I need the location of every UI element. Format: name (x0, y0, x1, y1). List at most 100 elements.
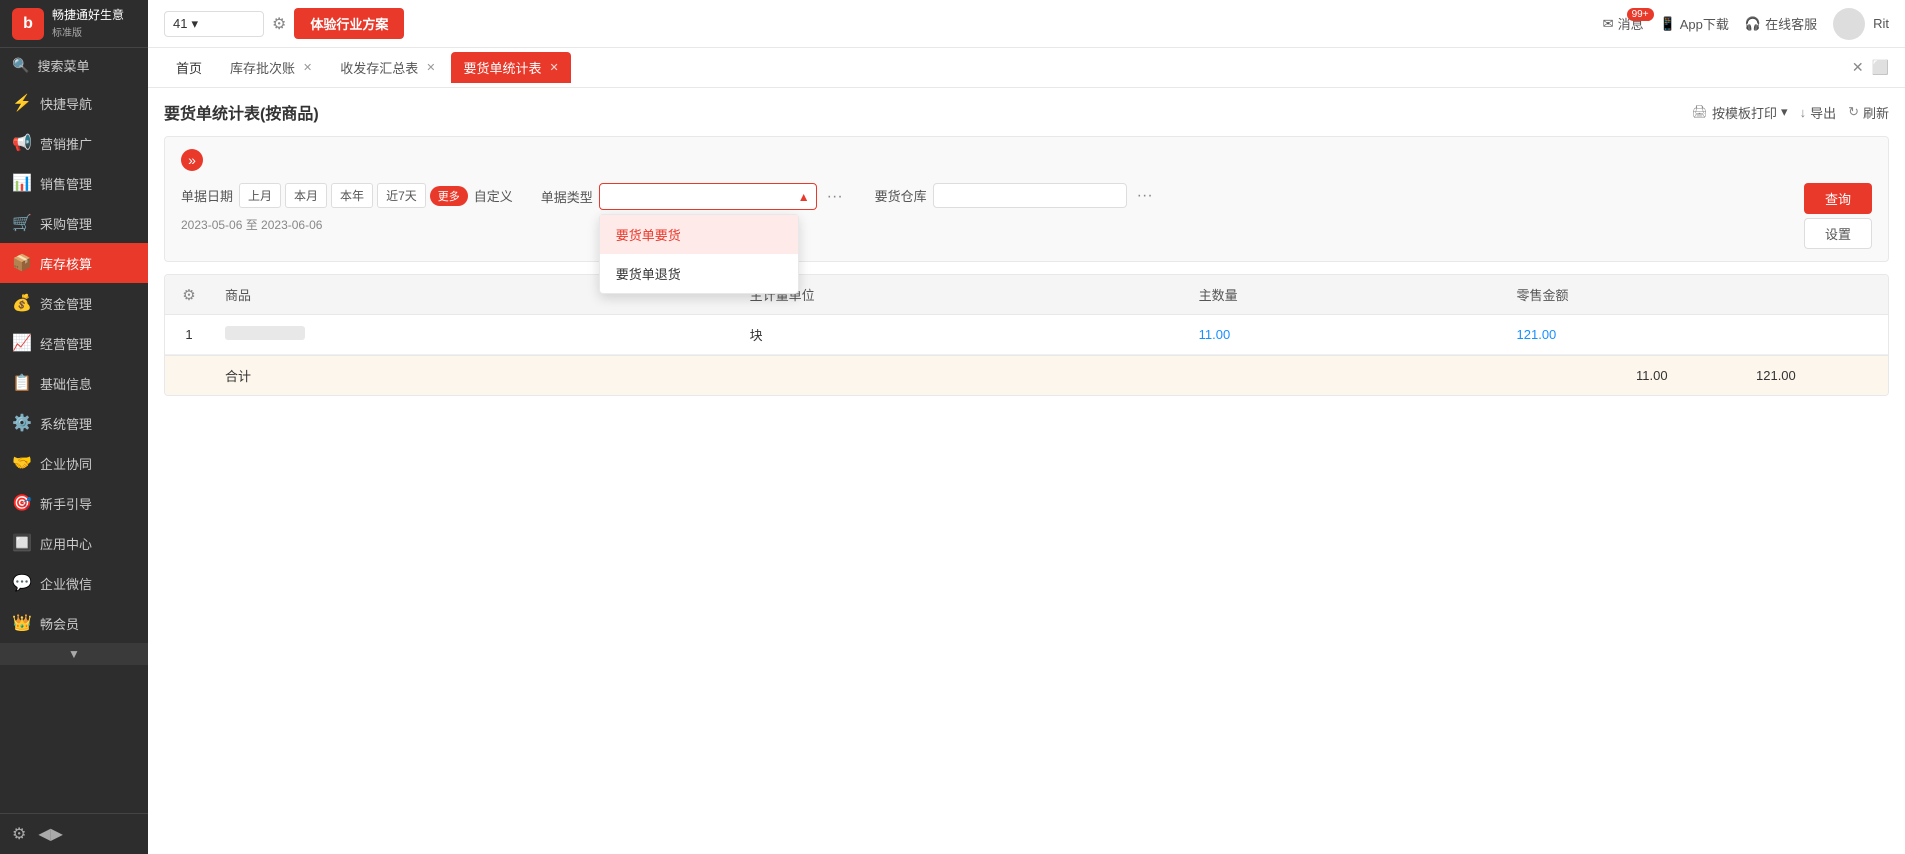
cell-unit: 块 (738, 315, 1187, 355)
topbar-gear-icon[interactable]: ⚙ (272, 14, 286, 34)
warehouse-filter-group: 要货仓库 ··· (875, 183, 1157, 208)
collapse-icon[interactable]: ◀▶ (38, 824, 63, 844)
marketing-icon: 📢 (12, 133, 32, 153)
sidebar-item-basic[interactable]: 📋 基础信息 (0, 363, 148, 403)
export-label: 导出 (1810, 103, 1836, 122)
print-button[interactable]: 🖨 按模板打印 ▾ (1692, 103, 1788, 122)
sidebar-item-marketing[interactable]: 📢 营销推广 (0, 123, 148, 163)
trial-button[interactable]: 体验行业方案 (294, 8, 404, 39)
export-icon: ↓ (1800, 105, 1807, 120)
user-menu[interactable]: Rit (1833, 8, 1889, 40)
username-label: Rit (1873, 16, 1889, 31)
app-icon: 📱 (1660, 16, 1676, 32)
sidebar-item-system[interactable]: ⚙️ 系统管理 (0, 403, 148, 443)
warehouse-input[interactable] (933, 183, 1127, 208)
msg-button[interactable]: ✉ 消息 99+ (1603, 14, 1644, 33)
sidebar: b 畅捷通好生意 标准版 🔍 搜索菜单 ⚡ 快捷导航 📢 营销推广 📊 销售管理… (0, 0, 148, 854)
filter-expand-button[interactable]: » (181, 149, 203, 171)
data-table-container: ⚙ 商品 主计量单位 主数量 零售金额 1 块 11.00 (164, 274, 1889, 396)
sidebar-item-label: 采购管理 (40, 214, 92, 233)
type-dropdown: 要货单要货 要货单退货 (599, 214, 799, 294)
data-table: ⚙ 商品 主计量单位 主数量 零售金额 1 块 11.00 (165, 275, 1888, 355)
refresh-button[interactable]: ↻ 刷新 (1848, 103, 1889, 122)
table-footer: 合计 11.00 121.00 (165, 355, 1888, 395)
guide-icon: 🎯 (12, 493, 32, 513)
footer-qty: 11.00 (1636, 368, 1756, 383)
goods-placeholder (225, 326, 305, 340)
sidebar-item-wechat[interactable]: 💬 企业微信 (0, 563, 148, 603)
sidebar-item-label: 新手引导 (40, 494, 92, 513)
sales-icon: 📊 (12, 173, 32, 193)
filter-settings-button[interactable]: 设置 (1804, 218, 1872, 249)
date-week-btn[interactable]: 近7天 (377, 183, 426, 208)
footer-amount: 121.00 (1756, 368, 1876, 383)
org-selector[interactable]: 41 ▾ (164, 11, 264, 37)
sidebar-item-label: 企业协同 (40, 454, 92, 473)
sidebar-item-appstore[interactable]: 🔲 应用中心 (0, 523, 148, 563)
msg-icon: ✉ (1603, 16, 1614, 32)
sidebar-item-guide[interactable]: 🎯 新手引导 (0, 483, 148, 523)
th-settings[interactable]: ⚙ (165, 275, 213, 315)
win-close-icon[interactable]: ✕ (1852, 59, 1864, 76)
type-input-group[interactable]: ▲ (599, 183, 817, 210)
type-more-icon[interactable]: ··· (823, 188, 847, 206)
cell-qty[interactable]: 11.00 (1187, 315, 1505, 355)
service-icon: 🎧 (1745, 16, 1761, 32)
sidebar-logo: b 畅捷通好生意 标准版 (0, 0, 148, 48)
type-input[interactable] (600, 184, 792, 209)
win-expand-icon[interactable]: ⬜ (1872, 59, 1889, 76)
tab-home[interactable]: 首页 (164, 52, 214, 83)
sidebar-item-sales[interactable]: 📊 销售管理 (0, 163, 148, 203)
sidebar-item-member[interactable]: 👑 畅会员 (0, 603, 148, 643)
tab-collect-summary-close[interactable]: ✕ (426, 61, 435, 74)
service-label: 在线客服 (1765, 14, 1817, 33)
cell-amount[interactable]: 121.00 (1505, 315, 1888, 355)
sidebar-item-operation[interactable]: 📈 经营管理 (0, 323, 148, 363)
page-content: 要货单统计表(按商品) 🖨 按模板打印 ▾ ↓ 导出 ↻ 刷新 » (148, 88, 1905, 854)
tab-order-stats[interactable]: 要货单统计表 ✕ (451, 52, 570, 83)
type-chevron-up-icon[interactable]: ▲ (792, 190, 816, 204)
warehouse-more-icon[interactable]: ··· (1133, 187, 1157, 205)
enterprise-icon: 🤝 (12, 453, 32, 473)
sidebar-scroll-down[interactable]: ▼ (0, 643, 148, 665)
search-icon: 🔍 (12, 57, 29, 74)
tab-collect-summary[interactable]: 收发存汇总表 ✕ (328, 52, 447, 83)
sidebar-item-enterprise[interactable]: 🤝 企业协同 (0, 443, 148, 483)
export-button[interactable]: ↓ 导出 (1800, 103, 1837, 122)
sidebar-item-purchase[interactable]: 🛒 采购管理 (0, 203, 148, 243)
chevron-down-icon: ▾ (191, 16, 198, 32)
print-chevron-icon: ▾ (1781, 104, 1788, 120)
operation-icon: 📈 (12, 333, 32, 353)
footer-label: 合计 (225, 366, 1536, 385)
date-prev-month-btn[interactable]: 上月 (239, 183, 281, 208)
sidebar-item-finance[interactable]: 💰 资金管理 (0, 283, 148, 323)
appstore-icon: 🔲 (12, 533, 32, 553)
sidebar-item-label: 经营管理 (40, 334, 92, 353)
sidebar-item-inventory[interactable]: 📦 库存核算 (0, 243, 148, 283)
date-cur-month-btn[interactable]: 本月 (285, 183, 327, 208)
type-input-wrapper: ▲ 要货单要货 要货单退货 (599, 183, 817, 210)
dropdown-item-order-goods[interactable]: 要货单要货 (600, 215, 798, 254)
sidebar-item-label: 应用中心 (40, 534, 92, 553)
filter-row: 单据日期 上月 本月 本年 近7天 更多 自定义 2023-05-06 至 20… (181, 183, 1872, 249)
tab-batch-inventory-close[interactable]: ✕ (303, 61, 312, 74)
sidebar-search[interactable]: 🔍 搜索菜单 (0, 48, 148, 83)
tab-batch-inventory[interactable]: 库存批次账 ✕ (218, 52, 324, 83)
date-custom-btn[interactable]: 自定义 (474, 186, 513, 205)
tab-order-stats-close[interactable]: ✕ (550, 61, 559, 74)
query-button[interactable]: 查询 (1804, 183, 1872, 214)
service-button[interactable]: 🎧 在线客服 (1745, 14, 1817, 33)
app-download-button[interactable]: 📱 App下载 (1660, 14, 1729, 33)
sidebar-item-label: 快捷导航 (40, 94, 92, 113)
dropdown-item-order-return[interactable]: 要货单退货 (600, 254, 798, 293)
date-more-tag[interactable]: 更多 (430, 186, 468, 206)
table-settings-icon[interactable]: ⚙ (182, 287, 195, 304)
tab-bar: 首页 库存批次账 ✕ 收发存汇总表 ✕ 要货单统计表 ✕ ✕ ⬜ (148, 48, 1905, 88)
sidebar-item-quick-nav[interactable]: ⚡ 快捷导航 (0, 83, 148, 123)
member-icon: 👑 (12, 613, 32, 633)
wechat-icon: 💬 (12, 573, 32, 593)
settings-bottom-icon[interactable]: ⚙ (12, 824, 26, 844)
sidebar-item-label: 畅会员 (40, 614, 79, 633)
date-cur-year-btn[interactable]: 本年 (331, 183, 373, 208)
th-qty: 主数量 (1187, 275, 1505, 315)
